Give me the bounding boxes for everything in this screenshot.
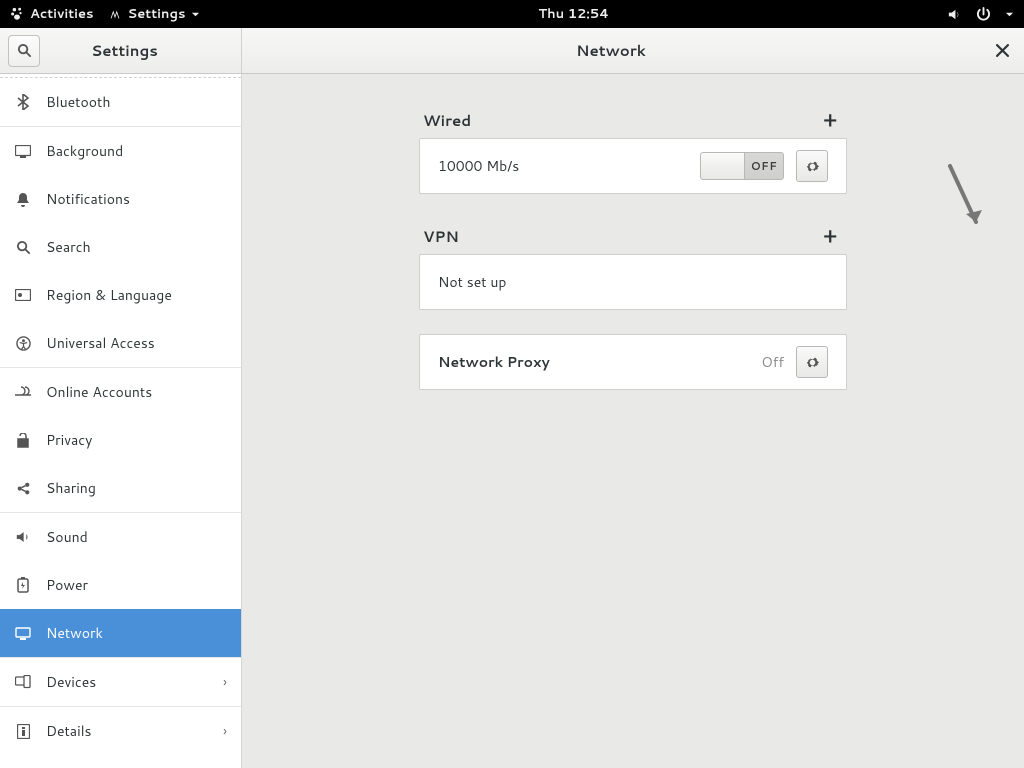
network-page: Wired + 10000 Mb/s OFF	[242, 74, 1024, 768]
sharing-icon	[14, 481, 32, 496]
vpn-heading: VPN	[423, 226, 459, 247]
sidebar-item-label: Privacy	[46, 430, 92, 450]
app-menu-label: Settings	[128, 5, 186, 23]
network-icon	[14, 627, 32, 640]
wired-card: 10000 Mb/s OFF	[419, 138, 847, 194]
background-icon	[14, 145, 32, 158]
settings-sidebar: Bluetooth Background Notifications Searc…	[0, 74, 242, 768]
sidebar-item-label: Details	[46, 721, 92, 741]
sidebar-item-label: Background	[46, 141, 123, 161]
sidebar-item-label: Power	[46, 575, 88, 595]
gear-icon	[805, 159, 820, 174]
sidebar-item-label: Region & Language	[46, 285, 172, 305]
sidebar-item-network[interactable]: Network	[0, 609, 241, 657]
details-icon	[14, 724, 32, 739]
sidebar-item-sharing[interactable]: Sharing	[0, 464, 241, 512]
toggle-knob	[701, 153, 745, 179]
bell-icon	[14, 192, 32, 207]
search-icon	[14, 240, 32, 255]
sidebar-title: Settings	[48, 40, 201, 61]
add-vpn-button[interactable]: +	[817, 222, 843, 250]
gnome-top-bar: Activities Settings Thu 12:54	[0, 0, 1024, 28]
sidebar-item-power[interactable]: Power	[0, 561, 241, 609]
sidebar-item-label: Network	[46, 623, 103, 643]
page-title: Network	[242, 40, 980, 61]
settings-app-icon	[108, 7, 122, 21]
wired-speed: 10000 Mb/s	[438, 156, 519, 176]
window-headerbar: Settings Network	[0, 28, 1024, 74]
activities-label: Activities	[30, 5, 94, 23]
activities-button[interactable]: Activities	[10, 5, 94, 23]
sidebar-item-devices[interactable]: Devices ›	[0, 658, 241, 706]
search-button[interactable]	[8, 35, 40, 67]
toggle-label: OFF	[745, 158, 783, 174]
chevron-right-icon: ›	[223, 672, 227, 692]
power-icon	[14, 577, 32, 593]
sidebar-item-label: Notifications	[46, 189, 130, 209]
accessibility-icon	[14, 336, 32, 351]
sidebar-item-privacy[interactable]: Privacy	[0, 416, 241, 464]
app-menu[interactable]: Settings	[108, 5, 201, 23]
sidebar-item-label: Universal Access	[46, 333, 155, 353]
proxy-card[interactable]: Network Proxy Off	[419, 334, 847, 390]
region-icon	[14, 289, 32, 301]
wired-section-header: Wired +	[419, 102, 847, 138]
annotation-arrow	[942, 162, 992, 242]
online-accounts-icon	[14, 385, 32, 399]
sidebar-item-universal-access[interactable]: Universal Access	[0, 319, 241, 367]
gear-icon	[805, 355, 820, 370]
sidebar-item-bluetooth[interactable]: Bluetooth	[0, 78, 241, 126]
add-wired-button[interactable]: +	[817, 106, 843, 134]
chevron-down-icon	[191, 10, 200, 19]
sidebar-item-label: Bluetooth	[46, 92, 110, 112]
devices-icon	[14, 675, 32, 689]
gnome-logo-icon	[10, 7, 24, 21]
clock[interactable]: Thu 12:54	[210, 5, 937, 23]
search-icon	[17, 43, 32, 58]
sidebar-item-label: Sharing	[46, 478, 96, 498]
sidebar-item-region-language[interactable]: Region & Language	[0, 271, 241, 319]
sidebar-item-label: Devices	[46, 672, 96, 692]
chevron-right-icon: ›	[223, 721, 227, 741]
sidebar-item-online-accounts[interactable]: Online Accounts	[0, 368, 241, 416]
vpn-status: Not set up	[438, 272, 506, 292]
clock-label: Thu 12:54	[538, 5, 609, 23]
power-icon[interactable]	[976, 7, 991, 22]
privacy-icon	[14, 433, 32, 448]
sidebar-item-sound[interactable]: Sound	[0, 513, 241, 561]
close-icon	[996, 44, 1009, 57]
sidebar-item-label: Sound	[46, 527, 88, 547]
sound-icon	[14, 530, 32, 544]
vpn-section-header: VPN +	[419, 218, 847, 254]
wired-toggle[interactable]: OFF	[700, 152, 784, 180]
wired-heading: Wired	[423, 110, 471, 131]
sidebar-item-background[interactable]: Background	[0, 127, 241, 175]
vpn-card: Not set up	[419, 254, 847, 310]
sidebar-item-details[interactable]: Details ›	[0, 707, 241, 755]
proxy-status: Off	[761, 352, 784, 372]
volume-icon[interactable]	[947, 7, 962, 22]
sidebar-item-search[interactable]: Search	[0, 223, 241, 271]
wired-settings-button[interactable]	[796, 150, 828, 182]
sidebar-item-label: Search	[46, 237, 91, 257]
sidebar-item-notifications[interactable]: Notifications	[0, 175, 241, 223]
proxy-settings-button[interactable]	[796, 346, 828, 378]
proxy-label: Network Proxy	[438, 352, 550, 372]
close-button[interactable]	[980, 44, 1024, 57]
sidebar-item-label: Online Accounts	[46, 382, 152, 402]
bluetooth-icon	[14, 94, 32, 110]
system-menu-chevron-icon[interactable]	[1005, 10, 1014, 19]
